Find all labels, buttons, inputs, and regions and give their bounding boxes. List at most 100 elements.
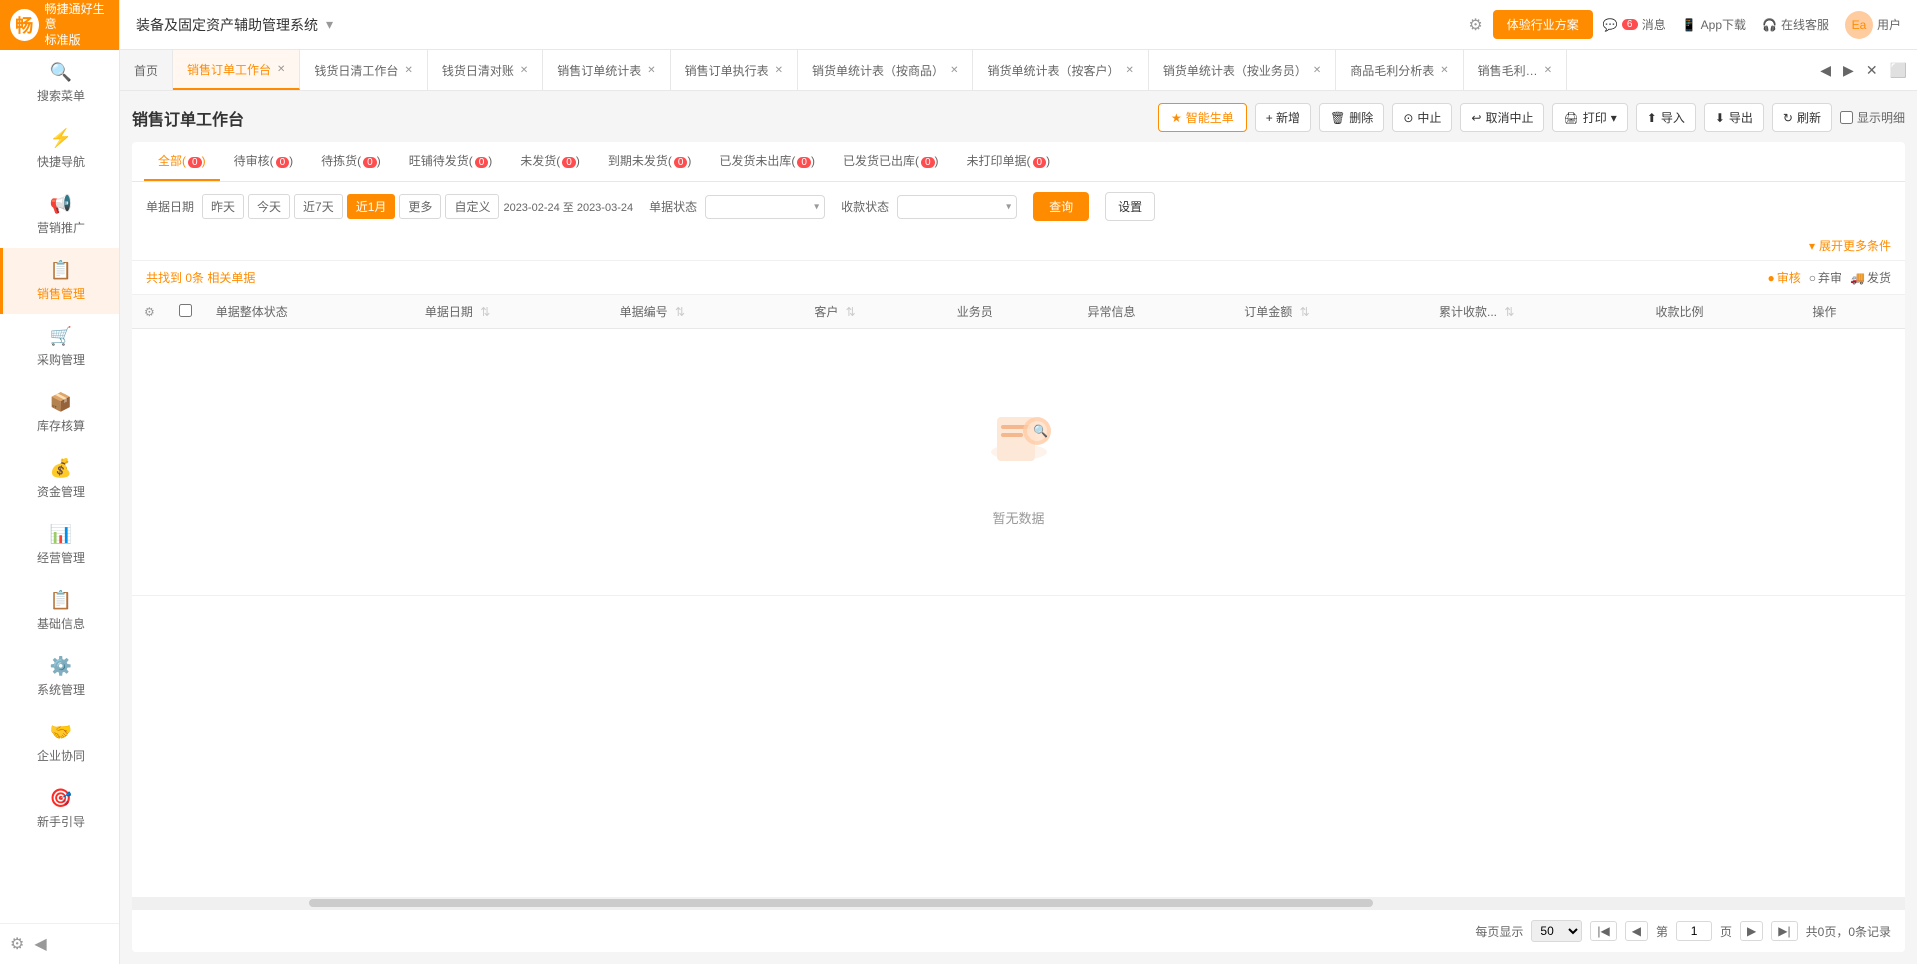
refresh-btn[interactable]: ↻ 刷新 (1772, 103, 1832, 132)
settings-btn[interactable]: 设置 (1105, 192, 1155, 221)
sidebar-item-system[interactable]: ⚙️系统管理 (0, 644, 119, 710)
tabs-close-all-icon[interactable]: ✕ (1862, 60, 1882, 81)
filter-tab-旺铺待发货[interactable]: 旺铺待发货(0) (395, 142, 507, 181)
tabs-prev-icon[interactable]: ◀ (1816, 60, 1835, 81)
online-service-item[interactable]: 🎧 在线客服 (1762, 16, 1829, 33)
status-select[interactable] (705, 195, 825, 219)
filter-tab-未打印单据[interactable]: 未打印单据(0) (953, 142, 1065, 181)
tab-sales-more[interactable]: 销售毛利…✕ (1464, 50, 1567, 90)
sidebar-item-finance[interactable]: 💰资金管理 (0, 446, 119, 512)
import-btn[interactable]: ⬆ 导入 (1636, 103, 1696, 132)
sidebar-item-basic-info[interactable]: 📋基础信息 (0, 578, 119, 644)
filter-tab-到期未发货[interactable]: 到期未发货(0) (594, 142, 706, 181)
filter-tab-待拣货[interactable]: 待拣货(0) (307, 142, 395, 181)
tab-sales-exec[interactable]: 销售订单执行表 ✕ (671, 50, 798, 90)
tab-close-sales-workbench[interactable]: ✕ (277, 64, 285, 75)
settings-footer-icon[interactable]: ⚙ (10, 934, 24, 954)
scrollbar-thumb[interactable] (309, 899, 1373, 907)
app-download-icon: 📱 (1682, 18, 1697, 32)
page-input[interactable] (1676, 921, 1712, 941)
tab-sales-workbench[interactable]: 销售订单工作台✕ (173, 50, 300, 90)
col-settings[interactable]: ⚙ (132, 295, 167, 329)
delete-btn[interactable]: 🗑 删除 (1319, 103, 1384, 132)
date-btn-更多[interactable]: 更多 (399, 194, 441, 219)
tab-gross-profit[interactable]: 商品毛利分析表✕ (1336, 50, 1463, 90)
expand-more-btn[interactable]: ▾ 展开更多条件 (1809, 237, 1891, 254)
date-btn-昨天[interactable]: 昨天 (202, 194, 244, 219)
export-btn[interactable]: ⬇ 导出 (1704, 103, 1764, 132)
tab-close-sales-more[interactable]: ✕ (1544, 65, 1552, 76)
tab-close-gross-profit[interactable]: ✕ (1440, 65, 1448, 76)
smart-generate-btn[interactable]: ★ 智能生单 (1158, 103, 1247, 132)
tab-close-sales-stat-staff[interactable]: ✕ (1313, 65, 1321, 76)
sidebar-item-purchase[interactable]: 🛒采购管理 (0, 314, 119, 380)
query-btn[interactable]: 查询 (1033, 192, 1089, 221)
tab-close-sales-stat[interactable]: ✕ (647, 65, 655, 76)
next-page-btn[interactable]: ▶ (1740, 921, 1763, 941)
tabs-maximize-icon[interactable]: ⬜ (1886, 60, 1911, 81)
col-date[interactable]: 单据日期 ⇅ (413, 295, 608, 329)
show-details-checkbox-label[interactable]: 显示明细 (1840, 109, 1905, 126)
date-btn-自定义[interactable]: 自定义 (445, 194, 499, 219)
date-btn-近7天[interactable]: 近7天 (294, 194, 343, 219)
filter-tab-未发货[interactable]: 未发货(0) (506, 142, 594, 181)
message-item[interactable]: 💬 6 消息 (1603, 16, 1666, 33)
tab-close-sales-stat-customer[interactable]: ✕ (1125, 65, 1133, 76)
topbar-dropdown-icon[interactable]: ▾ (326, 16, 333, 33)
col-cumulative[interactable]: 累计收款... ⇅ (1427, 295, 1644, 329)
show-details-checkbox[interactable] (1840, 111, 1853, 124)
tab-sales-stat[interactable]: 销售订单统计表✕ (543, 50, 670, 90)
tab-cash-daily[interactable]: 钱货日清工作台✕ (300, 50, 427, 90)
col-checkbox[interactable] (167, 295, 204, 329)
sidebar-item-enterprise[interactable]: 🤝企业协同 (0, 710, 119, 776)
last-page-btn[interactable]: ▶| (1771, 921, 1797, 941)
col-amount[interactable]: 订单金额 ⇅ (1232, 295, 1427, 329)
collapse-icon[interactable]: ◀ (34, 934, 46, 954)
review-btn[interactable]: ● 审核 (1768, 269, 1801, 286)
payment-select[interactable] (897, 195, 1017, 219)
tab-close-sales-stat-product[interactable]: ✕ (950, 65, 958, 76)
ship-btn[interactable]: 🚚 发货 (1850, 269, 1891, 286)
tab-cash-reconcile[interactable]: 钱货日清对账✕ (428, 50, 543, 90)
filter-tab-已发货已出库[interactable]: 已发货已出库(0) (829, 142, 953, 181)
sidebar-item-search[interactable]: 🔍搜索菜单 (0, 50, 119, 116)
sidebar-item-inventory[interactable]: 📦库存核算 (0, 380, 119, 446)
topbar-gear-icon[interactable]: ⚙ (1468, 15, 1482, 35)
app-download-item[interactable]: 📱 App下载 (1682, 16, 1746, 33)
col-customer[interactable]: 客户 ⇅ (802, 295, 944, 329)
industry-btn[interactable]: 体验行业方案 (1493, 10, 1593, 39)
horizontal-scrollbar[interactable] (132, 897, 1905, 909)
print-btn[interactable]: 🖨 打印 ▾ (1552, 103, 1627, 132)
add-btn[interactable]: + 新增 (1255, 103, 1311, 132)
date-btn-近1月[interactable]: 近1月 (347, 194, 396, 219)
tab-close-sales-exec[interactable]: ✕ (775, 65, 783, 76)
date-btn-今天[interactable]: 今天 (248, 194, 290, 219)
table-scroll-area[interactable]: ⚙ 单据整体状态 单据日期 ⇅ 单据编号 ⇅ 客户 ⇅ 业务员 异常信息 订单金… (132, 295, 1905, 897)
cancel-review-btn[interactable]: ○ 弃审 (1809, 269, 1842, 286)
user-item[interactable]: Ea 用户 (1845, 11, 1901, 39)
sidebar-item-quick-nav[interactable]: ⚡快捷导航 (0, 116, 119, 182)
first-page-btn[interactable]: |◀ (1590, 921, 1616, 941)
tabs-next-icon[interactable]: ▶ (1839, 60, 1858, 81)
sidebar-item-sales[interactable]: 📋销售管理 (0, 248, 119, 314)
tab-close-cash-daily[interactable]: ✕ (404, 65, 412, 76)
cancel-stop-btn[interactable]: ↩ 取消中止 (1460, 103, 1544, 132)
sidebar-item-marketing[interactable]: 📢营销推广 (0, 182, 119, 248)
filter-tab-待审核[interactable]: 待审核(0) (220, 142, 308, 181)
filter-tab-全部[interactable]: 全部(0) (144, 142, 220, 181)
per-page-select[interactable]: 50 100 200 (1531, 920, 1582, 942)
tab-sales-stat-customer[interactable]: 销货单统计表（按客户）✕ (973, 50, 1148, 90)
tab-home[interactable]: 首页 (120, 50, 173, 90)
tab-sales-stat-product[interactable]: 销货单统计表（按商品）✕ (798, 50, 973, 90)
stop-btn[interactable]: ⊙ 中止 (1392, 103, 1452, 132)
prev-page-btn[interactable]: ◀ (1625, 921, 1648, 941)
tab-sales-stat-staff[interactable]: 销货单统计表（按业务员）✕ (1149, 50, 1336, 90)
sidebar-item-guide[interactable]: 🎯新手引导 (0, 776, 119, 842)
tab-close-cash-reconcile[interactable]: ✕ (520, 65, 528, 76)
select-all-checkbox[interactable] (179, 304, 192, 317)
filter-tab-已发货未出库[interactable]: 已发货未出库(0) (705, 142, 829, 181)
basic-info-icon: 📋 (50, 590, 72, 611)
tab-label-sales-exec: 销售订单执行表 (685, 62, 769, 79)
sidebar-item-operations[interactable]: 📊经营管理 (0, 512, 119, 578)
col-number[interactable]: 单据编号 ⇅ (608, 295, 803, 329)
